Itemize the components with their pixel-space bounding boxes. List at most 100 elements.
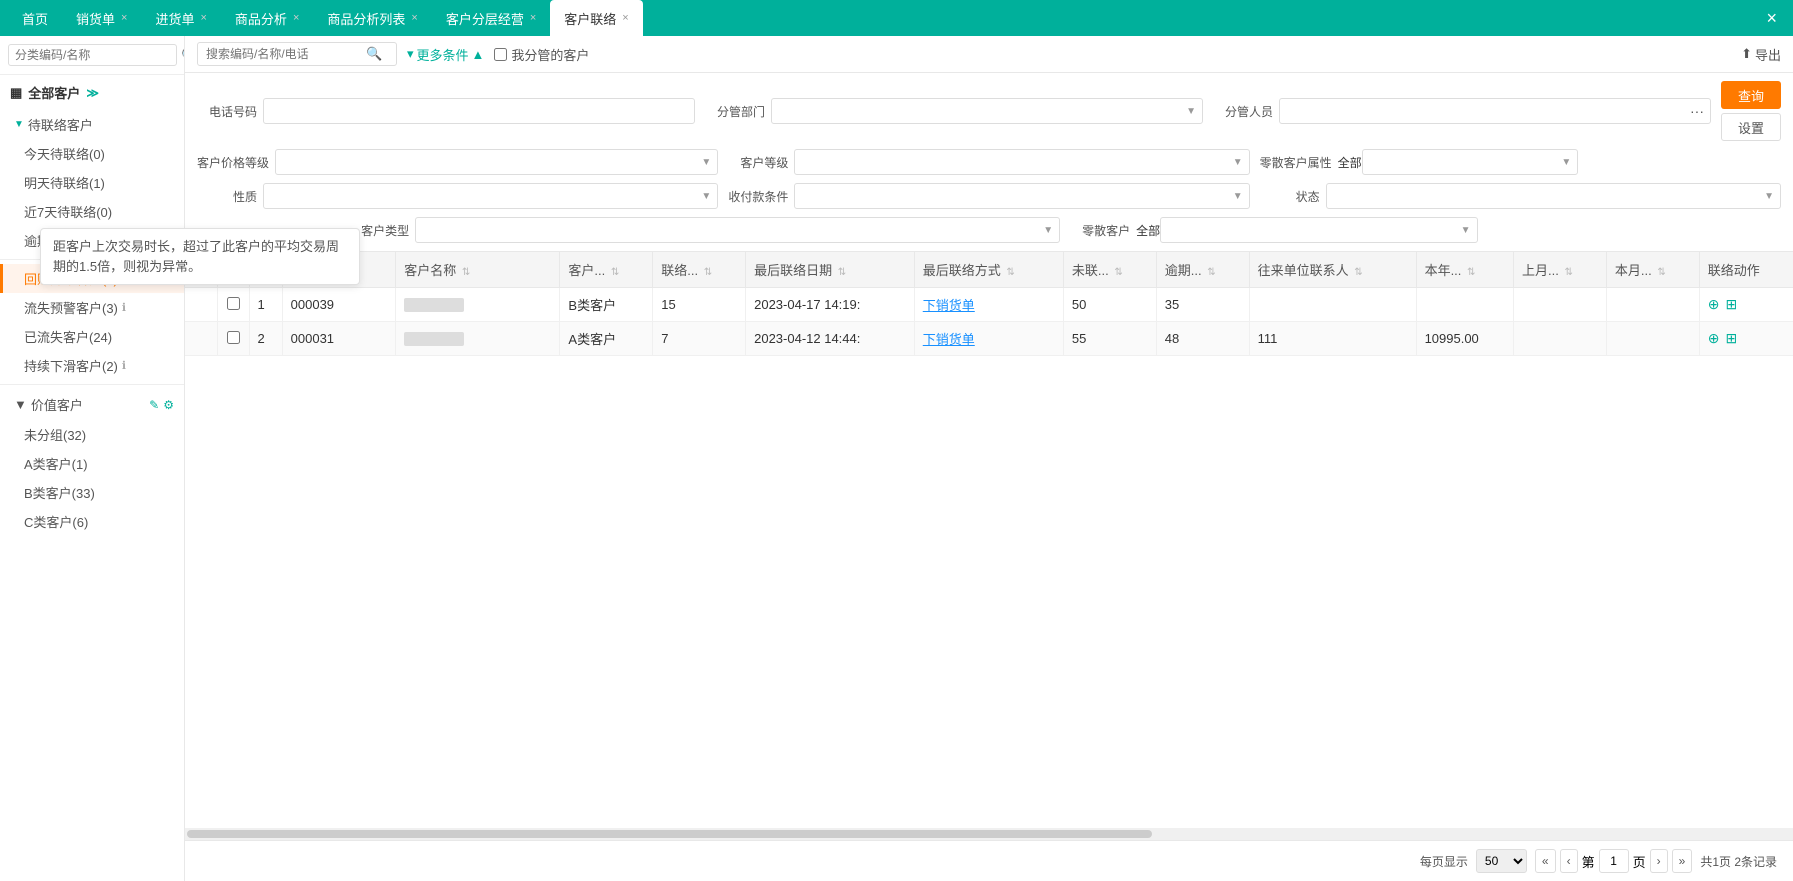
- more-conditions-btn[interactable]: ▾ 更多条件 ▲: [407, 45, 484, 64]
- churn-warning-label: 流失预警客户(3): [24, 298, 118, 317]
- tab-purchase[interactable]: 进货单 ×: [141, 0, 220, 36]
- retail-attr-select[interactable]: ▼: [1362, 149, 1579, 175]
- tab-sales[interactable]: 销货单 ×: [62, 0, 141, 36]
- dept-select[interactable]: ▼: [771, 98, 1203, 124]
- row2-last-method-link[interactable]: 下销货单: [923, 332, 975, 347]
- scroll-thumb[interactable]: [187, 830, 1152, 838]
- my-customer-checkbox[interactable]: [494, 48, 507, 61]
- table-row: 2 000031 A类客户 7 2023-04-12 14:44: 下销货单 5…: [185, 322, 1793, 356]
- customer-table: ⚙ 客户编码 ⇅ 客户名称 ⇅: [185, 252, 1793, 356]
- row2-check[interactable]: [227, 331, 240, 344]
- tab-purchase-close[interactable]: ×: [200, 12, 206, 24]
- col-last-date-sort[interactable]: ⇅: [838, 267, 846, 278]
- retail-customer-select[interactable]: ▼: [1160, 217, 1477, 243]
- sidebar-group-pending[interactable]: ▼ 待联络客户: [0, 110, 184, 139]
- row2-more-icon[interactable]: ⊞: [1725, 330, 1737, 347]
- row1-unread: 50: [1063, 288, 1156, 322]
- price-level-select[interactable]: ▼: [275, 149, 718, 175]
- row2-overdue: 48: [1156, 322, 1249, 356]
- value-customer-label: 价值客户: [31, 395, 83, 414]
- dots-icon[interactable]: ···: [1690, 103, 1704, 119]
- row1-check[interactable]: [227, 297, 240, 310]
- row1-last-method-link[interactable]: 下销货单: [923, 298, 975, 313]
- filter-row-4: ··· 客户类型 ▼ 零散客户 全部 ▼: [197, 217, 1781, 243]
- sidebar-item-b-class[interactable]: B类客户(33): [0, 478, 184, 507]
- query-button[interactable]: 查询: [1721, 81, 1781, 109]
- search-input[interactable]: [206, 47, 366, 61]
- sidebar-item-a-class[interactable]: A类客户(1): [0, 449, 184, 478]
- row1-more-icon[interactable]: ⊞: [1725, 296, 1737, 313]
- payment-select[interactable]: ▼: [794, 183, 1249, 209]
- customer-type-select[interactable]: ▼: [415, 217, 1060, 243]
- row1-contacts: [1249, 288, 1416, 322]
- col-last-method-sort[interactable]: ⇅: [1006, 267, 1014, 278]
- col-last-month-sort[interactable]: ⇅: [1564, 267, 1572, 278]
- col-contacts-sort[interactable]: ⇅: [1354, 267, 1362, 278]
- retail-attr-value: 全部: [1338, 154, 1362, 171]
- table-row: 1 000039 B类客户 15 2023-04-17 14:19: 下销货单 …: [185, 288, 1793, 322]
- tab-product-analysis[interactable]: 商品分析 ×: [221, 0, 313, 36]
- col-this-month-sort[interactable]: ⇅: [1657, 267, 1665, 278]
- info-icon-3: ℹ: [122, 359, 126, 372]
- row2-name: [396, 322, 560, 356]
- tab-sales-close[interactable]: ×: [121, 12, 127, 24]
- tab-customer-tier-close[interactable]: ×: [530, 12, 536, 24]
- sidebar-item-ungroup[interactable]: 未分组(32): [0, 420, 184, 449]
- col-last-month-label: 上月...: [1522, 263, 1559, 278]
- tab-customer-tier[interactable]: 客户分层经营 ×: [432, 0, 550, 36]
- edit-icon[interactable]: ✎: [149, 398, 159, 412]
- next-page-btn[interactable]: ›: [1650, 849, 1668, 873]
- col-this-year-sort[interactable]: ⇅: [1467, 267, 1475, 278]
- sidebar-item-c-class[interactable]: C类客户(6): [0, 507, 184, 536]
- manager-select[interactable]: ···: [1279, 98, 1711, 124]
- tab-product-analysis-list-close[interactable]: ×: [411, 12, 417, 24]
- status-select[interactable]: ▼: [1326, 183, 1781, 209]
- col-name-sort[interactable]: ⇅: [462, 267, 470, 278]
- col-overdue-sort[interactable]: ⇅: [1207, 267, 1215, 278]
- customer-level-select[interactable]: ▼: [794, 149, 1249, 175]
- row1-index: 1: [249, 288, 282, 322]
- row2-contact-icon[interactable]: ⊕: [1708, 330, 1720, 347]
- tab-customer-contact[interactable]: 客户联络 ×: [550, 0, 642, 36]
- field-phone: 电话号码: [197, 98, 695, 124]
- prev-page-btn[interactable]: ‹: [1560, 849, 1578, 873]
- sidebar-group-value[interactable]: ▼ 价值客户 ✎ ⚙: [0, 389, 184, 420]
- row2-last-date: 2023-04-12 14:44:: [746, 322, 915, 356]
- phone-input[interactable]: [263, 98, 695, 124]
- tab-customer-contact-close[interactable]: ×: [622, 12, 628, 24]
- tab-product-analysis-list[interactable]: 商品分析列表 ×: [313, 0, 431, 36]
- row1-contact-icon[interactable]: ⊕: [1708, 296, 1720, 313]
- col-last-date-label: 最后联络日期: [754, 263, 832, 278]
- tab-product-analysis-close[interactable]: ×: [293, 12, 299, 24]
- sidebar-collapse-icon[interactable]: ≫: [86, 86, 99, 100]
- tab-home[interactable]: 首页: [8, 0, 62, 36]
- filter-row-2: 客户价格等级 ▼ 客户等级 ▼ 零散客户属性 全部: [197, 149, 1781, 175]
- first-page-btn[interactable]: «: [1535, 849, 1556, 873]
- settings-icon-2[interactable]: ⚙: [163, 398, 174, 412]
- sidebar-item-declining[interactable]: 持续下滑客户(2) ℹ: [0, 351, 184, 380]
- last-page-btn[interactable]: »: [1672, 849, 1693, 873]
- c-class-label: C类客户(6): [24, 515, 88, 530]
- sidebar-item-churn-warning[interactable]: 流失预警客户(3) ℹ: [0, 293, 184, 322]
- dept-label: 分管部门: [705, 103, 765, 120]
- horizontal-scrollbar[interactable]: [185, 828, 1793, 840]
- sidebar-item-tomorrow[interactable]: 明天待联络(1): [0, 168, 184, 197]
- sidebar-all-customers[interactable]: ▦ 全部客户 ≫: [0, 75, 184, 110]
- nature-select[interactable]: ▼: [263, 183, 718, 209]
- page-input[interactable]: [1599, 849, 1629, 873]
- col-type-sort[interactable]: ⇅: [611, 267, 619, 278]
- col-contact-sort[interactable]: ⇅: [704, 267, 712, 278]
- search-icon[interactable]: 🔍: [366, 46, 382, 62]
- sidebar-item-7days[interactable]: 近7天待联络(0): [0, 197, 184, 226]
- settings-button[interactable]: 设置: [1721, 113, 1781, 141]
- sidebar-item-churned[interactable]: 已流失客户(24): [0, 322, 184, 351]
- col-unread-sort[interactable]: ⇅: [1114, 267, 1122, 278]
- retail-customer-chevron: ▼: [1461, 225, 1471, 236]
- export-btn[interactable]: ⬆ 导出: [1741, 45, 1781, 64]
- sidebar-search-input[interactable]: [8, 44, 177, 66]
- per-page-select[interactable]: 20 50 100: [1476, 849, 1527, 873]
- window-close-icon[interactable]: ×: [1758, 8, 1785, 28]
- row2-type: A类客户: [560, 322, 653, 356]
- dept-chevron-icon: ▼: [1186, 106, 1196, 117]
- sidebar-item-today[interactable]: 今天待联络(0): [0, 139, 184, 168]
